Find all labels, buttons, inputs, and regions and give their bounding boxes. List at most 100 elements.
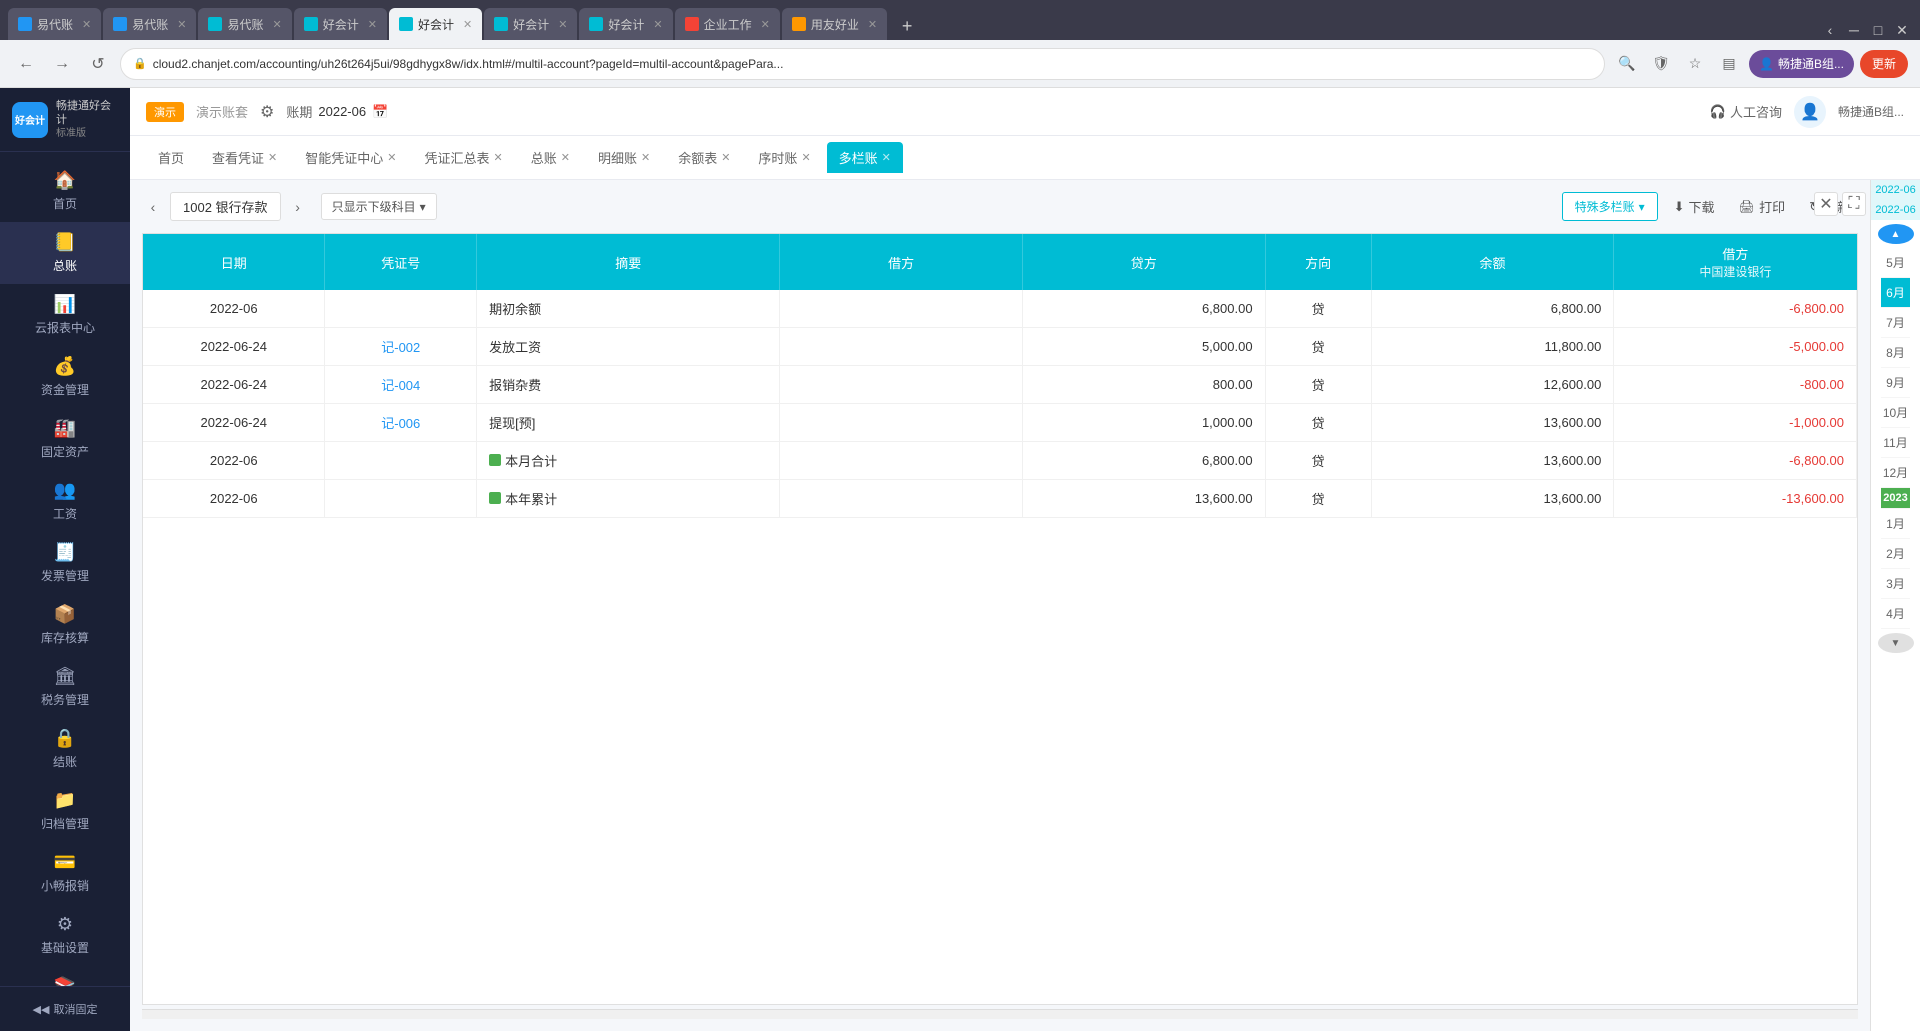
sidebar-item-reports[interactable]: 📊 云报表中心 — [0, 284, 130, 346]
tab-multi-close[interactable]: ✕ — [882, 151, 891, 164]
calendar-scroll-down[interactable]: ▼ — [1878, 633, 1914, 653]
browser-tab-9[interactable]: 用友好业 ✕ — [782, 8, 887, 40]
sidebar-item-tax[interactable]: 🏛 税务管理 — [0, 656, 130, 718]
wuhen-mode-button[interactable]: 👤 畅捷通B组... — [1749, 50, 1854, 78]
tab-voucher[interactable]: 查看凭证 ✕ — [200, 142, 289, 173]
sidebar-item-funds[interactable]: 💰 资金管理 — [0, 346, 130, 408]
cell-credit: 800.00 — [1022, 366, 1265, 404]
tab-sequence[interactable]: 序时账 ✕ — [746, 142, 822, 173]
sidebar-item-closing[interactable]: 🔒 结账 — [0, 718, 130, 780]
sidebar-item-general[interactable]: 📒 总账 — [0, 222, 130, 284]
minimize-button[interactable]: ─ — [1844, 20, 1864, 40]
calendar-month-item[interactable]: 4月 — [1881, 599, 1910, 629]
demo-badge[interactable]: 演示 — [146, 102, 184, 122]
tab-sequence-close[interactable]: ✕ — [801, 151, 810, 164]
browser-tab-2[interactable]: 易代账 ✕ — [103, 8, 196, 40]
new-tab-button[interactable]: + — [893, 12, 921, 40]
sidebar-item-assets[interactable]: 🏭 固定资产 — [0, 408, 130, 470]
download-button[interactable]: ⬇ 下载 — [1666, 192, 1723, 221]
tab-close-7[interactable]: ✕ — [653, 18, 662, 31]
calendar-month-item[interactable]: 11月 — [1881, 428, 1910, 458]
browser-tab-6[interactable]: 好会计 ✕ — [484, 8, 577, 40]
tab-balance-close[interactable]: ✕ — [721, 151, 730, 164]
close-window-button[interactable]: ✕ — [1892, 20, 1912, 40]
sidebar-item-invoice[interactable]: 🧾 发票管理 — [0, 532, 130, 594]
tab-close-9[interactable]: ✕ — [868, 18, 877, 31]
settings-gear-icon[interactable]: ⚙ — [260, 102, 274, 122]
tab-detail[interactable]: 明细账 ✕ — [586, 142, 662, 173]
cell-voucher[interactable]: 记-004 — [325, 366, 477, 404]
cell-voucher[interactable]: 记-006 — [325, 404, 477, 442]
next-account-button[interactable]: › — [287, 196, 309, 218]
tab-multi[interactable]: 多栏账 ✕ — [827, 142, 903, 173]
sidebar-item-home[interactable]: 🏠 首页 — [0, 160, 130, 222]
calendar-month-active[interactable]: 6月 — [1881, 278, 1910, 308]
calendar-month-item[interactable]: 10月 — [1881, 398, 1910, 428]
horizontal-scrollbar[interactable] — [142, 1009, 1858, 1019]
tab-close-1[interactable]: ✕ — [82, 18, 91, 31]
tab-smart-close[interactable]: ✕ — [387, 151, 396, 164]
tab-smart[interactable]: 智能凭证中心 ✕ — [293, 142, 408, 173]
star-icon[interactable]: ☆ — [1681, 50, 1709, 78]
browser-tab-4[interactable]: 好会计 ✕ — [294, 8, 387, 40]
calendar-month-item[interactable]: 1月 — [1881, 509, 1910, 539]
back-button[interactable]: ← — [12, 50, 40, 78]
browser-tab-3[interactable]: 易代账 ✕ — [198, 8, 291, 40]
sidebar-item-inventory[interactable]: 📦 库存核算 — [0, 594, 130, 656]
search-icon[interactable]: 🔍 — [1613, 50, 1641, 78]
print-button[interactable]: 🖨 打印 — [1731, 192, 1794, 221]
tab-scroll-left[interactable]: ‹ — [1820, 20, 1840, 40]
shield-icon[interactable]: 🛡 — [1647, 50, 1675, 78]
tab-close-6[interactable]: ✕ — [558, 18, 567, 31]
browser-tab-1[interactable]: 易代账 ✕ — [8, 8, 101, 40]
prev-account-button[interactable]: ‹ — [142, 196, 164, 218]
tab-home[interactable]: 首页 — [146, 142, 196, 173]
special-multicolumn-button[interactable]: 特殊多栏账 ▾ — [1562, 192, 1658, 221]
browser-tab-8[interactable]: 企业工作 ✕ — [675, 8, 780, 40]
tab-summary-close[interactable]: ✕ — [494, 151, 503, 164]
tab-balance[interactable]: 余额表 ✕ — [666, 142, 742, 173]
tab-close-8[interactable]: ✕ — [761, 18, 770, 31]
calendar-month-item[interactable]: 3月 — [1881, 569, 1910, 599]
calendar-icon[interactable]: 📅 — [372, 104, 388, 120]
user-avatar[interactable]: 👤 — [1794, 96, 1826, 128]
calendar-month-item[interactable]: 9月 — [1881, 368, 1910, 398]
tab-general[interactable]: 总账 ✕ — [519, 142, 582, 173]
calendar-scroll-up[interactable]: ▲ — [1878, 224, 1914, 244]
sidebar-item-guide[interactable]: 📚 新手引导 — [0, 966, 130, 986]
consult-button[interactable]: 🎧 人工咨询 — [1710, 102, 1782, 121]
tab-voucher-close[interactable]: ✕ — [268, 151, 277, 164]
url-bar[interactable]: 🔒 cloud2.chanjet.com/accounting/uh26t264… — [120, 48, 1605, 80]
expand-panel-button[interactable]: ⛶ — [1842, 192, 1866, 216]
maximize-button[interactable]: □ — [1868, 20, 1888, 40]
sidebar-item-archive[interactable]: 📁 归档管理 — [0, 780, 130, 842]
calendar-year-marker[interactable]: 2023 — [1881, 488, 1910, 509]
calendar-month-item[interactable]: 7月 — [1881, 308, 1910, 338]
cell-voucher[interactable]: 记-002 — [325, 328, 477, 366]
sidebar-item-expense[interactable]: 💳 小畅报销 — [0, 842, 130, 904]
tab-general-close[interactable]: ✕ — [561, 151, 570, 164]
sidebar-item-payroll[interactable]: 👥 工资 — [0, 470, 130, 532]
browser-tab-7[interactable]: 好会计 ✕ — [579, 8, 672, 40]
tab-close-3[interactable]: ✕ — [272, 18, 281, 31]
tab-close-4[interactable]: ✕ — [368, 18, 377, 31]
filter-dropdown[interactable]: 只显示下级科目 ▾ — [321, 193, 437, 220]
tab-close-5[interactable]: ✕ — [463, 18, 472, 31]
calendar-month-item[interactable]: 8月 — [1881, 338, 1910, 368]
period-value[interactable]: 2022-06 — [318, 104, 366, 119]
browser-tab-5[interactable]: 好会计 ✕ — [389, 8, 482, 40]
reload-button[interactable]: ↺ — [84, 50, 112, 78]
calendar-month-item[interactable]: 2月 — [1881, 539, 1910, 569]
calendar-month-item[interactable]: 5月 — [1881, 248, 1910, 278]
tab-detail-close[interactable]: ✕ — [641, 151, 650, 164]
sidebar-bottom: ◀◀ 取消固定 — [0, 986, 130, 1031]
calendar-month-item[interactable]: 12月 — [1881, 458, 1910, 488]
sidebar-item-settings[interactable]: ⚙ 基础设置 — [0, 904, 130, 966]
forward-button[interactable]: → — [48, 50, 76, 78]
tab-summary[interactable]: 凭证汇总表 ✕ — [412, 142, 514, 173]
sidebar-toggle-icon[interactable]: ▤ — [1715, 50, 1743, 78]
close-panel-button[interactable]: ✕ — [1814, 192, 1838, 216]
update-button[interactable]: 更新 — [1860, 50, 1908, 78]
tab-close-2[interactable]: ✕ — [177, 18, 186, 31]
pin-button[interactable]: ◀◀ 取消固定 — [8, 995, 122, 1023]
